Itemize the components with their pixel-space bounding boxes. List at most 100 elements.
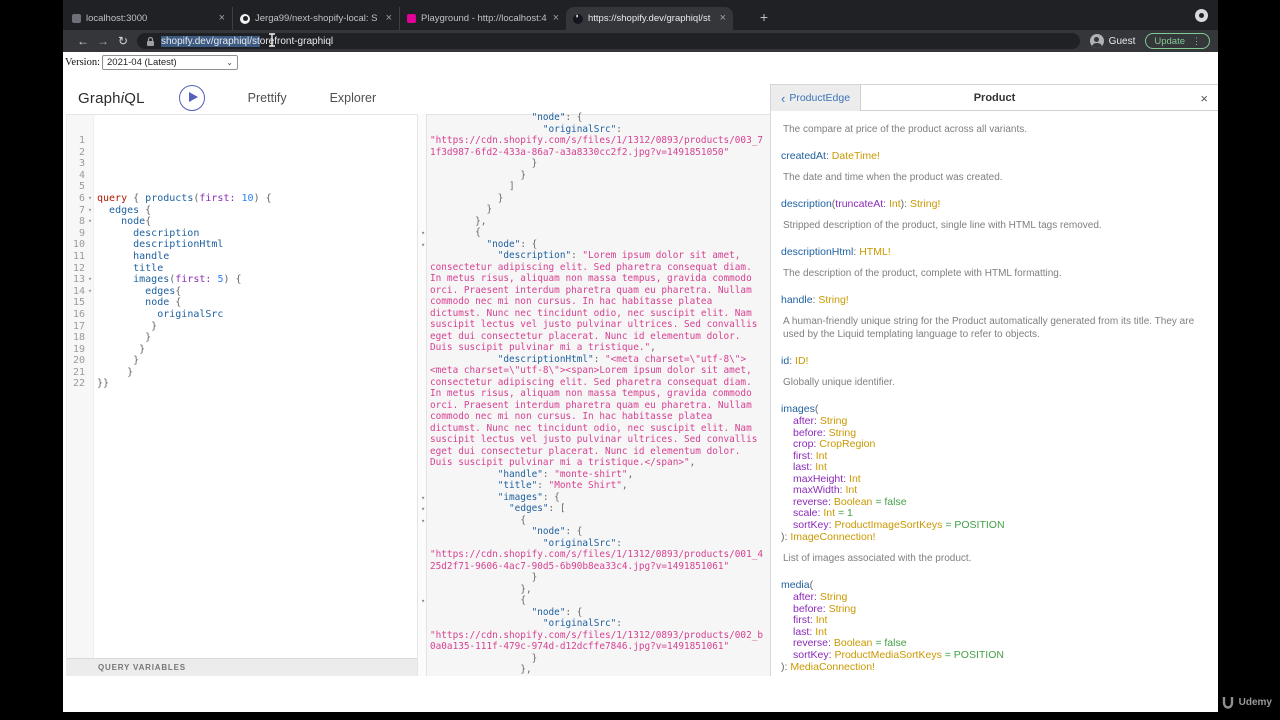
fold-gutter <box>85 251 95 263</box>
fold-arrow-icon[interactable]: ▾ <box>421 240 425 250</box>
doc-type-link[interactable]: Int <box>815 626 827 638</box>
explorer-button[interactable]: Explorer <box>330 91 377 105</box>
code-token: } <box>497 192 504 204</box>
doc-type-link[interactable]: DateTime! <box>832 150 880 162</box>
doc-type-link[interactable]: String <box>820 415 847 427</box>
execute-query-button[interactable] <box>178 85 205 111</box>
fold-arrow-icon[interactable]: ▾ <box>85 286 95 298</box>
guest-avatar[interactable] <box>1089 34 1104 48</box>
doc-type-link[interactable]: MediaConnection! <box>790 661 875 673</box>
prettify-button[interactable]: Prettify <box>248 91 287 105</box>
doc-type-link[interactable]: Int <box>816 614 828 626</box>
fold-arrow-icon[interactable]: ▾ <box>85 216 95 228</box>
doc-field-name[interactable]: descriptionHtml <box>781 246 853 258</box>
doc-field-name[interactable]: description <box>781 198 832 210</box>
fold-gutter <box>85 135 95 147</box>
tab-close-icon[interactable]: × <box>720 13 726 24</box>
tab-close-icon[interactable]: × <box>386 13 392 24</box>
doc-arg-name: last: <box>793 461 813 473</box>
doc-type-link[interactable]: String <box>829 603 856 615</box>
fold-arrow-icon[interactable]: ▾ <box>85 274 95 286</box>
doc-field-name[interactable]: images <box>781 403 815 415</box>
query-variables-toggle[interactable]: QUERY VARIABLES <box>67 658 417 676</box>
tab-close-icon[interactable]: × <box>219 13 225 24</box>
tab-close-icon[interactable]: × <box>553 13 559 24</box>
version-select[interactable]: 2021-04 (Latest) ⌄ <box>102 55 238 70</box>
doc-type-link[interactable]: HTML! <box>859 246 891 258</box>
doc-type-link[interactable]: Int <box>846 484 858 496</box>
tab-title: Jerga99/next-shopify-local: S <box>255 13 378 24</box>
doc-type-link[interactable]: ProductMediaSortKeys <box>834 649 941 661</box>
new-tab-button[interactable]: + <box>753 6 775 28</box>
doc-field-name[interactable]: id <box>781 355 789 367</box>
line-number: 20 <box>72 355 85 367</box>
editor-line: 13 ▾ images(first: 5) { <box>67 274 417 286</box>
doc-field-section: descriptionHtml: HTML! The description of… <box>781 246 1202 280</box>
result-line: }, <box>430 664 767 676</box>
result-line: ▾ "edges": [ <box>421 503 767 515</box>
doc-arg-row: before: String <box>781 603 1202 616</box>
code-token: "originalSrc" <box>542 618 617 629</box>
doc-type-link[interactable]: Boolean <box>834 496 873 508</box>
code-token: { <box>127 192 146 204</box>
doc-type-link[interactable]: ProductImageSortKeys <box>834 519 942 531</box>
code-line: } <box>95 367 133 379</box>
result-line: "description": "Lorem ipsum dolor sit am… <box>430 250 767 354</box>
line-number: 13 <box>72 274 85 286</box>
line-number: 16 <box>72 308 85 320</box>
doc-type-link[interactable]: ImageConnection! <box>790 531 875 543</box>
doc-field-name[interactable]: media <box>781 579 810 591</box>
doc-back-button[interactable]: ‹ ProductEdge <box>771 85 862 111</box>
browser-tab[interactable]: Playground - http://localhost:4 × <box>399 7 566 30</box>
forward-icon[interactable]: → <box>93 34 113 48</box>
browser-tab[interactable]: Jerga99/next-shopify-local: S × <box>232 7 399 30</box>
result-line: ▾ { <box>421 515 767 527</box>
doc-type-link[interactable]: Int <box>815 461 827 473</box>
doc-type-link[interactable]: Int <box>816 450 828 462</box>
fold-arrow-icon[interactable]: ▾ <box>85 205 95 217</box>
fold-arrow-icon[interactable]: ▾ <box>421 493 425 503</box>
doc-description: The compare at price of the product acro… <box>783 124 1028 135</box>
menu-dots-icon[interactable]: ⋮ <box>1192 36 1201 47</box>
code-token: : { <box>565 112 583 123</box>
doc-type-link[interactable]: ID! <box>795 355 808 367</box>
fold-gutter <box>85 378 95 390</box>
code-line: } <box>95 355 139 367</box>
doc-type-link[interactable]: String! <box>818 294 848 306</box>
fold-arrow-icon[interactable]: ▾ <box>421 516 425 526</box>
fold-arrow-icon[interactable]: ▾ <box>421 596 425 606</box>
doc-type-link[interactable]: Int <box>823 507 835 519</box>
browser-tab[interactable]: localhost:3000 × <box>65 7 232 30</box>
doc-type-link[interactable]: String <box>820 591 847 603</box>
doc-close-button[interactable]: × <box>1200 85 1208 111</box>
doc-type-link[interactable]: String <box>829 427 856 439</box>
doc-type-link[interactable]: Int <box>889 198 901 210</box>
doc-type-link[interactable]: Boolean <box>834 637 873 649</box>
code-token: { <box>520 595 526 606</box>
doc-type-link[interactable]: Int <box>849 473 861 485</box>
doc-field-name[interactable]: createdAt <box>781 150 826 162</box>
code-line: } <box>95 332 151 344</box>
doc-type-link[interactable]: CropRegion <box>819 438 875 450</box>
update-button[interactable]: Update ⋮ <box>1145 33 1210 49</box>
reload-icon[interactable]: ↻ <box>113 34 133 48</box>
fold-arrow-icon[interactable]: ▾ <box>85 193 95 205</box>
address-bar[interactable]: shopify.dev/graphiql/storefront-graphiql <box>137 33 1080 49</box>
code-token: 10 <box>241 192 254 204</box>
browser-toolbar: ← → ↻ shopify.dev/graphiql/storefront-gr… <box>63 30 1218 52</box>
query-editor[interactable]: 1 2 3 4 5 6 ▾ query { products(first: 10) {7 ▾ e… <box>66 114 417 676</box>
panel-resizer[interactable] <box>417 114 427 676</box>
code-token: { <box>169 297 182 309</box>
doc-field-name[interactable]: handle <box>781 294 813 306</box>
doc-type-link[interactable]: String! <box>910 198 940 210</box>
fold-arrow-icon[interactable]: ▾ <box>421 228 425 238</box>
extension-icon[interactable] <box>1195 9 1208 22</box>
doc-field-row: createdAt: DateTime! <box>781 150 1202 163</box>
fold-arrow-icon[interactable]: ▾ <box>421 504 425 514</box>
browser-tab[interactable]: https://shopify.dev/graphiql/st × <box>566 7 733 30</box>
back-icon[interactable]: ← <box>73 34 93 48</box>
